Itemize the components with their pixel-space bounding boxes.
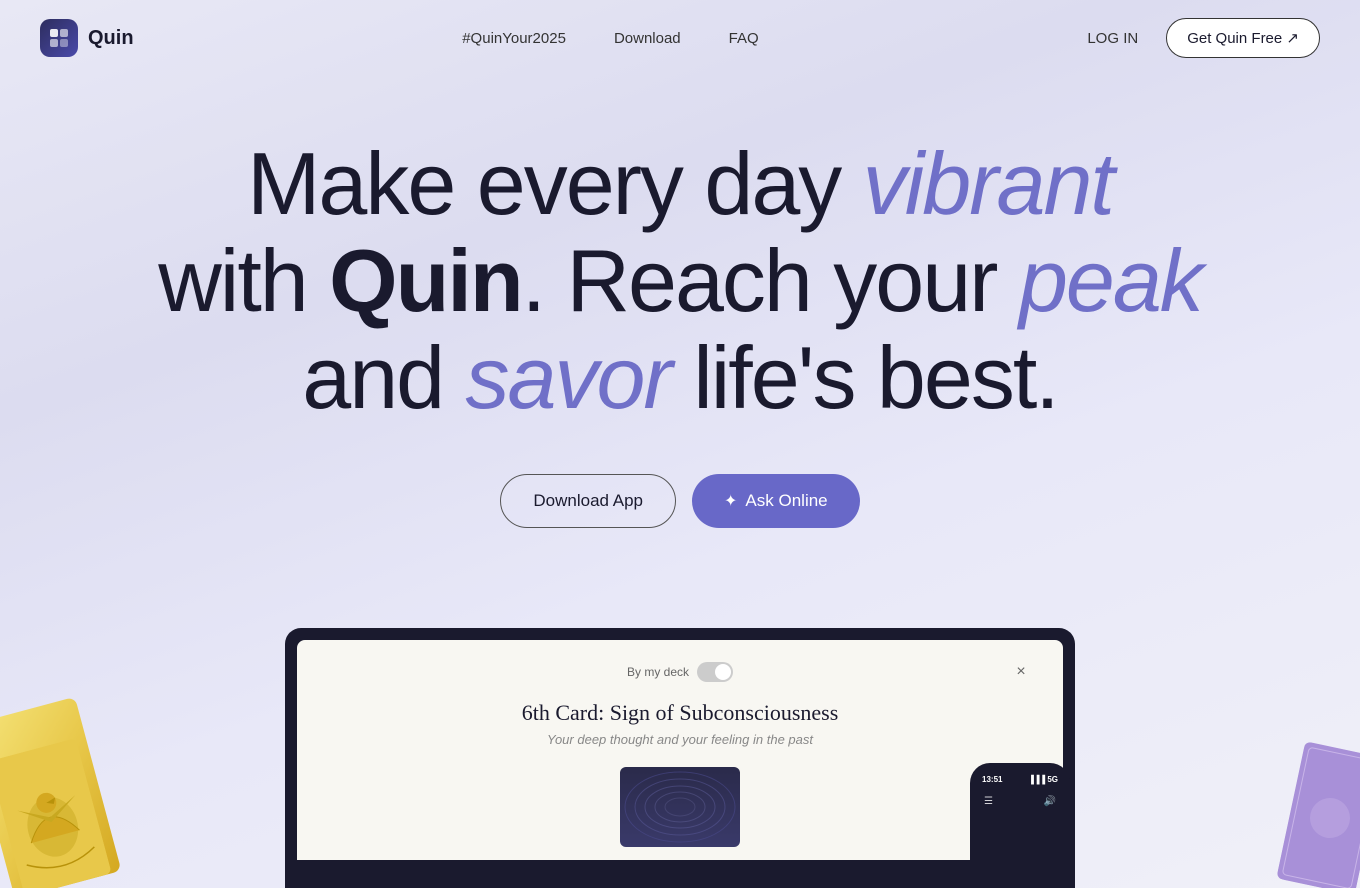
phone-time: 13:51 [982,775,1002,784]
hero-section: Make every day vibrant with Quin. Reach … [0,76,1360,588]
nav-item-faq[interactable]: FAQ [729,30,759,47]
phone-status-bar: 13:51 ▐▐▐ 5G [976,771,1064,788]
phone-menu-icon: ☰ [984,796,993,807]
nav-cta: LOG IN Get Quin Free ↗ [1087,18,1320,58]
tablet-header: By my deck × [327,660,1033,684]
phone-controls: ☰ 🔊 [976,788,1064,815]
logo-link[interactable]: Quin [40,19,134,57]
phone-signal: ▐▐▐ 5G [1028,775,1058,784]
phone-frame: 13:51 ▐▐▐ 5G ☰ 🔊 [970,763,1070,888]
close-button[interactable]: × [1009,660,1033,684]
hero-quin-brand: Quin [329,231,521,330]
phone-inner: ☰ 🔊 [976,788,1064,888]
ask-online-label: Ask Online [745,491,827,511]
nav-item-quinyour2025[interactable]: #QuinYour2025 [462,30,566,47]
nav-item-download[interactable]: Download [614,30,681,47]
hero-buttons: Download App ✦ Ask Online [500,474,859,528]
hero-peak: peak [1019,231,1202,330]
card-subtitle: Your deep thought and your feeling in th… [327,732,1033,747]
toggle-label: By my deck [627,665,689,679]
login-link[interactable]: LOG IN [1087,30,1138,47]
hero-line3: and savor life's best. [302,328,1057,427]
tablet-frame: By my deck × 6th Card: Sign of Subconsci… [285,628,1075,888]
ask-online-button[interactable]: ✦ Ask Online [692,474,860,528]
hero-title: Make every day vibrant with Quin. Reach … [158,136,1202,426]
card-title: 6th Card: Sign of Subconsciousness [327,700,1033,726]
download-app-button[interactable]: Download App [500,474,676,528]
tablet-inner: By my deck × 6th Card: Sign of Subconsci… [297,640,1063,860]
navbar: Quin #QuinYour2025 Download FAQ LOG IN G… [0,0,1360,76]
tarot-card-right [1276,742,1360,888]
tarot-card-left [0,697,121,888]
logo-text: Quin [88,27,134,50]
phone-volume-icon: 🔊 [1044,796,1056,807]
hero-vibrant: vibrant [863,134,1113,233]
get-quin-free-button[interactable]: Get Quin Free ↗ [1166,18,1320,58]
tablet-toggle-area: By my deck [627,662,733,682]
hero-line1: Make every day vibrant [247,134,1113,233]
hero-line2: with Quin. Reach your peak [158,231,1202,330]
card-display [327,767,1033,847]
toggle-switch[interactable] [697,662,733,682]
hero-savor: savor [466,328,694,427]
sparkle-icon: ✦ [724,491,737,511]
nav-links: #QuinYour2025 Download FAQ [462,30,758,47]
device-preview: By my deck × 6th Card: Sign of Subconsci… [0,628,1360,888]
logo-icon [40,19,78,57]
